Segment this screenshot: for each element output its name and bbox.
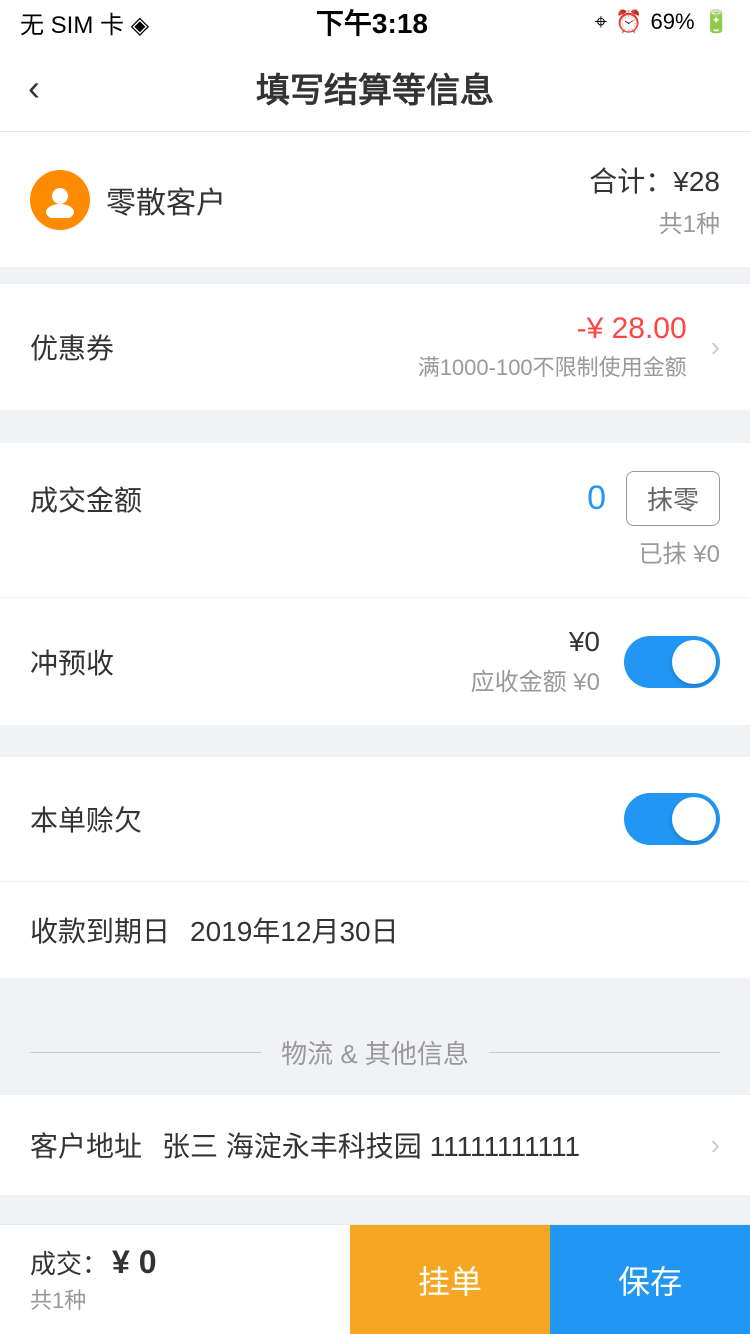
prepay-row: 冲预收 ¥0 应收金额 ¥0	[0, 597, 750, 725]
back-button[interactable]: ‹	[28, 67, 40, 109]
coupon-section[interactable]: 优惠券 -¥ 28.00 满1000-100不限制使用金额 ›	[0, 283, 750, 410]
transaction-value: 0 抹零	[587, 471, 720, 526]
address-section[interactable]: 客户地址 张三 海淀永丰科技园 11111111111 ›	[0, 1095, 750, 1195]
prepay-main-amount: ¥0	[471, 626, 600, 658]
sim-text: 无 SIM 卡 ◈	[20, 5, 149, 40]
prepay-top: 冲预收 ¥0 应收金额 ¥0	[30, 626, 720, 697]
coupon-value-block: -¥ 28.00 满1000-100不限制使用金额	[418, 312, 687, 382]
transaction-section: 成交金额 0 抹零 已抹 ¥0 冲预收 ¥0 应收金额 ¥0	[0, 442, 750, 725]
customer-name: 零散客户	[106, 178, 226, 222]
hold-button[interactable]: 挂单	[350, 1225, 550, 1334]
divider-3	[0, 994, 750, 1010]
customer-avatar	[30, 170, 90, 230]
logistics-label: 物流 & 其他信息	[281, 1034, 469, 1071]
prepay-label: 冲预收	[30, 642, 114, 682]
bottom-summary: 成交： ¥ 0 共1种	[0, 1244, 350, 1315]
status-right: ⌖ ⏰ 69% 🔋	[595, 9, 730, 35]
transaction-label: 成交金额	[30, 479, 142, 519]
address-value: 张三 海淀永丰科技园 11111111111	[162, 1125, 703, 1165]
save-button[interactable]: 保存	[550, 1225, 750, 1334]
due-date-row: 收款到期日 2019年12月30日	[0, 881, 750, 978]
prepay-amounts: ¥0 应收金额 ¥0	[471, 626, 600, 697]
divider-2	[0, 741, 750, 757]
bottom-bar: 成交： ¥ 0 共1种 挂单 保存	[0, 1224, 750, 1334]
address-row[interactable]: 客户地址 张三 海淀永丰科技园 11111111111 ›	[0, 1095, 750, 1195]
address-label: 客户地址	[30, 1125, 142, 1165]
credit-row: 本单赊欠	[0, 757, 750, 881]
divider-line-right	[489, 1052, 720, 1053]
summary-count: 共1种	[30, 1283, 320, 1315]
customer-section: 零散客户 合计：¥28 共1种	[0, 132, 750, 267]
transaction-top: 成交金额 0 抹零	[30, 471, 720, 526]
credit-toggle-knob	[672, 797, 716, 841]
round-button[interactable]: 抹零	[626, 471, 720, 526]
coupon-right: -¥ 28.00 满1000-100不限制使用金额 ›	[418, 312, 720, 382]
coupon-amount: -¥ 28.00	[418, 312, 687, 346]
page-title: 填写结算等信息	[256, 63, 494, 112]
transaction-sub: 已抹 ¥0	[30, 534, 720, 569]
credit-label: 本单赊欠	[30, 799, 142, 839]
status-left: 无 SIM 卡 ◈	[20, 5, 149, 40]
address-arrow-icon: ›	[711, 1129, 720, 1161]
due-date-value: 2019年12月30日	[190, 910, 399, 950]
total-amount: 合计：¥28	[589, 160, 720, 200]
summary-label: 成交：	[30, 1244, 108, 1281]
location-icon: ⌖	[595, 9, 607, 35]
credit-section: 本单赊欠 收款到期日 2019年12月30日	[0, 757, 750, 978]
coupon-row[interactable]: 优惠券 -¥ 28.00 满1000-100不限制使用金额 ›	[0, 283, 750, 410]
customer-row: 零散客户 合计：¥28 共1种	[0, 132, 750, 267]
divider-1	[0, 426, 750, 442]
due-date-label: 收款到期日	[30, 910, 170, 950]
coupon-label: 优惠券	[30, 327, 114, 367]
status-time: 下午3:18	[316, 2, 428, 42]
credit-toggle[interactable]	[624, 793, 720, 845]
customer-total: 合计：¥28 共1种	[589, 160, 720, 239]
customer-left: 零散客户	[30, 170, 226, 230]
transaction-amount[interactable]: 0	[587, 479, 606, 518]
prepay-sub-amount: 应收金额 ¥0	[471, 662, 600, 697]
coupon-desc: 满1000-100不限制使用金额	[418, 350, 687, 382]
status-bar: 无 SIM 卡 ◈ 下午3:18 ⌖ ⏰ 69% 🔋	[0, 0, 750, 44]
summary-amount: ¥ 0	[112, 1244, 156, 1281]
due-date-content: 收款到期日 2019年12月30日	[30, 910, 720, 950]
alarm-icon: ⏰	[615, 9, 642, 35]
transaction-row: 成交金额 0 抹零 已抹 ¥0	[0, 442, 750, 597]
divider-line-left	[30, 1052, 261, 1053]
total-count: 共1种	[589, 204, 720, 239]
logistics-divider: 物流 & 其他信息	[0, 1010, 750, 1095]
nav-bar: ‹ 填写结算等信息	[0, 44, 750, 132]
prepay-right: ¥0 应收金额 ¥0	[471, 626, 720, 697]
battery-icon: 🔋	[703, 9, 730, 35]
toggle-knob	[672, 640, 716, 684]
battery-text: 69%	[651, 9, 695, 35]
coupon-arrow-icon: ›	[711, 331, 720, 363]
prepay-toggle[interactable]	[624, 636, 720, 688]
